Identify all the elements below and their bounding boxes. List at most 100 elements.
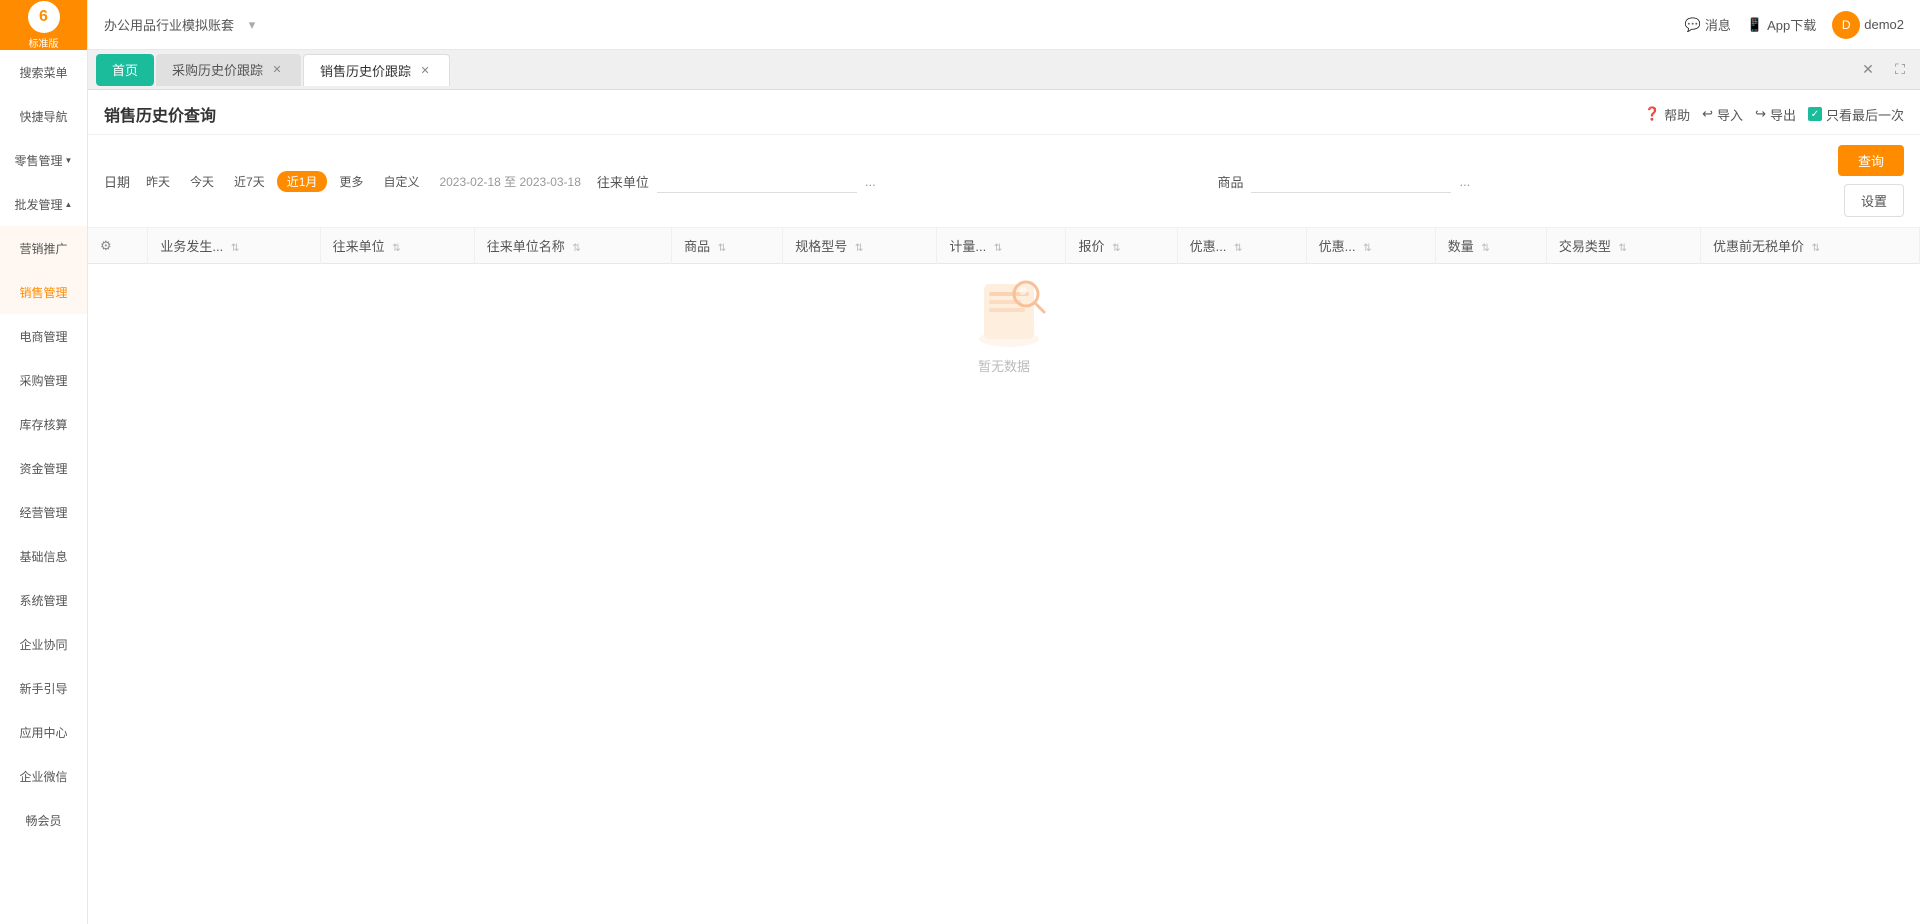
data-table: ⚙ 业务发生... ⇅ 往来单位 ⇅ 往来单位名称 ⇅ bbox=[88, 228, 1920, 264]
goods-input[interactable] bbox=[1251, 169, 1451, 193]
col-spec[interactable]: 规格型号 ⇅ bbox=[783, 228, 937, 264]
message-button[interactable]: 💬 消息 bbox=[1685, 15, 1731, 34]
sidebar-item-wholesale[interactable]: 批发管理 bbox=[0, 182, 87, 226]
date-btn-today[interactable]: 今天 bbox=[182, 171, 222, 192]
sidebar-item-ecommerce[interactable]: 电商管理 bbox=[0, 314, 87, 358]
export-icon: ↪ bbox=[1755, 106, 1766, 122]
sidebar-item-apps[interactable]: 应用中心 bbox=[0, 710, 87, 754]
avatar: D bbox=[1832, 11, 1860, 39]
sidebar-item-system[interactable]: 系统管理 bbox=[0, 578, 87, 622]
partner-label: 往来单位 bbox=[597, 172, 649, 191]
filter-area: 日期 昨天 今天 近7天 近1月 更多 自定义 2023-02-18 至 202… bbox=[88, 135, 1920, 228]
sort-icon-pretax-price: ⇅ bbox=[1812, 243, 1820, 254]
date-buttons: 昨天 今天 近7天 近1月 更多 自定义 bbox=[138, 171, 427, 192]
empty-svg bbox=[964, 264, 1054, 354]
import-button[interactable]: ↩ 导入 bbox=[1702, 105, 1743, 124]
help-icon: ❓ bbox=[1644, 106, 1660, 122]
col-trade-type[interactable]: 交易类型 ⇅ bbox=[1546, 228, 1700, 264]
topbar-title: 办公用品行业模拟账套 bbox=[104, 15, 234, 34]
sidebar-item-enterprise[interactable]: 企业协同 bbox=[0, 622, 87, 666]
tab-purchase-history[interactable]: 采购历史价跟踪 ✕ bbox=[156, 54, 301, 86]
app-subtitle: 标准版 bbox=[29, 35, 59, 50]
sidebar-item-basic[interactable]: 基础信息 bbox=[0, 534, 87, 578]
only-last-checkbox-label[interactable]: ✓ 只看最后一次 bbox=[1808, 105, 1904, 124]
import-icon: ↩ bbox=[1702, 106, 1713, 122]
settings-button[interactable]: 设置 bbox=[1844, 184, 1904, 217]
col-discount1[interactable]: 优惠... ⇅ bbox=[1177, 228, 1306, 264]
col-pretax-price[interactable]: 优惠前无税单价 ⇅ bbox=[1701, 228, 1920, 264]
sort-icon-goods: ⇅ bbox=[718, 243, 726, 254]
col-quantity[interactable]: 数量 ⇅ bbox=[1435, 228, 1546, 264]
page-actions: ❓ 帮助 ↩ 导入 ↪ 导出 ✓ 只看最后一次 bbox=[1644, 105, 1904, 124]
maximize-button[interactable]: ⛶ bbox=[1888, 58, 1912, 82]
tabbar: 首页 采购历史价跟踪 ✕ 销售历史价跟踪 ✕ ✕ ⛶ bbox=[88, 50, 1920, 90]
goods-dots-button[interactable]: ... bbox=[1459, 174, 1470, 189]
col-quote[interactable]: 报价 ⇅ bbox=[1066, 228, 1177, 264]
tab-close-purchase[interactable]: ✕ bbox=[269, 62, 285, 78]
sidebar-item-purchase[interactable]: 采购管理 bbox=[0, 358, 87, 402]
main-area: 办公用品行业模拟账套 ▾ 💬 消息 📱 App下载 D demo2 首页 bbox=[88, 0, 1920, 924]
user-profile[interactable]: D demo2 bbox=[1832, 11, 1904, 39]
tab-sales-history[interactable]: 销售历史价跟踪 ✕ bbox=[303, 54, 450, 86]
sort-icon-quote: ⇅ bbox=[1112, 243, 1120, 254]
table-header: ⚙ 业务发生... ⇅ 往来单位 ⇅ 往来单位名称 ⇅ bbox=[88, 228, 1920, 264]
sort-icon-discount2: ⇅ bbox=[1363, 243, 1371, 254]
empty-text: 暂无数据 bbox=[978, 356, 1030, 375]
sort-icon-quantity: ⇅ bbox=[1481, 243, 1489, 254]
topbar-dropdown-icon[interactable]: ▾ bbox=[242, 15, 262, 35]
goods-filter: 商品 ... bbox=[1217, 169, 1822, 193]
topbar-left: 办公用品行业模拟账套 ▾ bbox=[104, 15, 262, 35]
download-icon: 📱 bbox=[1747, 17, 1763, 33]
sidebar-item-guide[interactable]: 新手引导 bbox=[0, 666, 87, 710]
sort-icon-unit: ⇅ bbox=[994, 243, 1002, 254]
filter-right-actions: 查询 设置 bbox=[1838, 145, 1904, 217]
empty-illustration bbox=[964, 264, 1044, 344]
app-logo[interactable]: 6 标准版 bbox=[0, 0, 87, 50]
message-icon: 💬 bbox=[1685, 17, 1701, 33]
sidebar-item-finance[interactable]: 资金管理 bbox=[0, 446, 87, 490]
col-discount2[interactable]: 优惠... ⇅ bbox=[1306, 228, 1435, 264]
sidebar-item-operations[interactable]: 经营管理 bbox=[0, 490, 87, 534]
sidebar-item-search[interactable]: 搜索菜单 bbox=[0, 50, 87, 94]
partner-dots-button[interactable]: ... bbox=[865, 174, 876, 189]
page-title: 销售历史价查询 bbox=[104, 102, 216, 126]
sidebar-item-marketing[interactable]: 营销推广 bbox=[0, 226, 87, 270]
page-content: 销售历史价查询 ❓ 帮助 ↩ 导入 ↪ 导出 ✓ 只看最后一次 bbox=[88, 90, 1920, 924]
sidebar-item-wechat[interactable]: 企业微信 bbox=[0, 754, 87, 798]
date-btn-7days[interactable]: 近7天 bbox=[226, 171, 273, 192]
col-settings[interactable]: ⚙ bbox=[88, 228, 148, 264]
sidebar-item-shortcut[interactable]: 快捷导航 bbox=[0, 94, 87, 138]
query-button[interactable]: 查询 bbox=[1838, 145, 1904, 176]
only-last-checkbox[interactable]: ✓ bbox=[1808, 107, 1822, 121]
settings-icon[interactable]: ⚙ bbox=[100, 238, 112, 253]
topbar-right: 💬 消息 📱 App下载 D demo2 bbox=[1685, 11, 1904, 39]
logo-icon: 6 bbox=[28, 1, 60, 33]
col-biz-date[interactable]: 业务发生... ⇅ bbox=[148, 228, 320, 264]
col-goods[interactable]: 商品 ⇅ bbox=[672, 228, 783, 264]
date-btn-1month[interactable]: 近1月 bbox=[277, 171, 328, 192]
col-partner-code[interactable]: 往来单位 ⇅ bbox=[320, 228, 474, 264]
page-header: 销售历史价查询 ❓ 帮助 ↩ 导入 ↪ 导出 ✓ 只看最后一次 bbox=[88, 90, 1920, 135]
sidebar-item-inventory[interactable]: 库存核算 bbox=[0, 402, 87, 446]
date-btn-custom[interactable]: 自定义 bbox=[375, 171, 427, 192]
sidebar-item-retail[interactable]: 零售管理 bbox=[0, 138, 87, 182]
col-unit[interactable]: 计量... ⇅ bbox=[937, 228, 1066, 264]
app-download-button[interactable]: 📱 App下载 bbox=[1747, 15, 1816, 34]
partner-input[interactable] bbox=[657, 169, 857, 193]
close-tab-button[interactable]: ✕ bbox=[1856, 58, 1880, 82]
tab-close-sales[interactable]: ✕ bbox=[417, 62, 433, 78]
date-btn-yesterday[interactable]: 昨天 bbox=[138, 171, 178, 192]
date-range-display: 2023-02-18 至 2023-03-18 bbox=[439, 173, 580, 190]
tab-home[interactable]: 首页 bbox=[96, 54, 154, 86]
sort-icon-biz-date: ⇅ bbox=[231, 243, 239, 254]
col-partner-name[interactable]: 往来单位名称 ⇅ bbox=[474, 228, 671, 264]
date-btn-more[interactable]: 更多 bbox=[331, 171, 371, 192]
export-button[interactable]: ↪ 导出 bbox=[1755, 105, 1796, 124]
help-button[interactable]: ❓ 帮助 bbox=[1644, 105, 1690, 124]
date-filter-group: 日期 昨天 今天 近7天 近1月 更多 自定义 2023-02-18 至 202… bbox=[104, 171, 581, 192]
table-wrapper: ⚙ 业务发生... ⇅ 往来单位 ⇅ 往来单位名称 ⇅ bbox=[88, 228, 1920, 924]
sidebar-item-member[interactable]: 畅会员 bbox=[0, 798, 87, 842]
sidebar-item-sales[interactable]: 销售管理 bbox=[0, 270, 87, 314]
empty-state: 暂无数据 bbox=[88, 264, 1920, 375]
sort-icon-trade-type: ⇅ bbox=[1618, 243, 1626, 254]
